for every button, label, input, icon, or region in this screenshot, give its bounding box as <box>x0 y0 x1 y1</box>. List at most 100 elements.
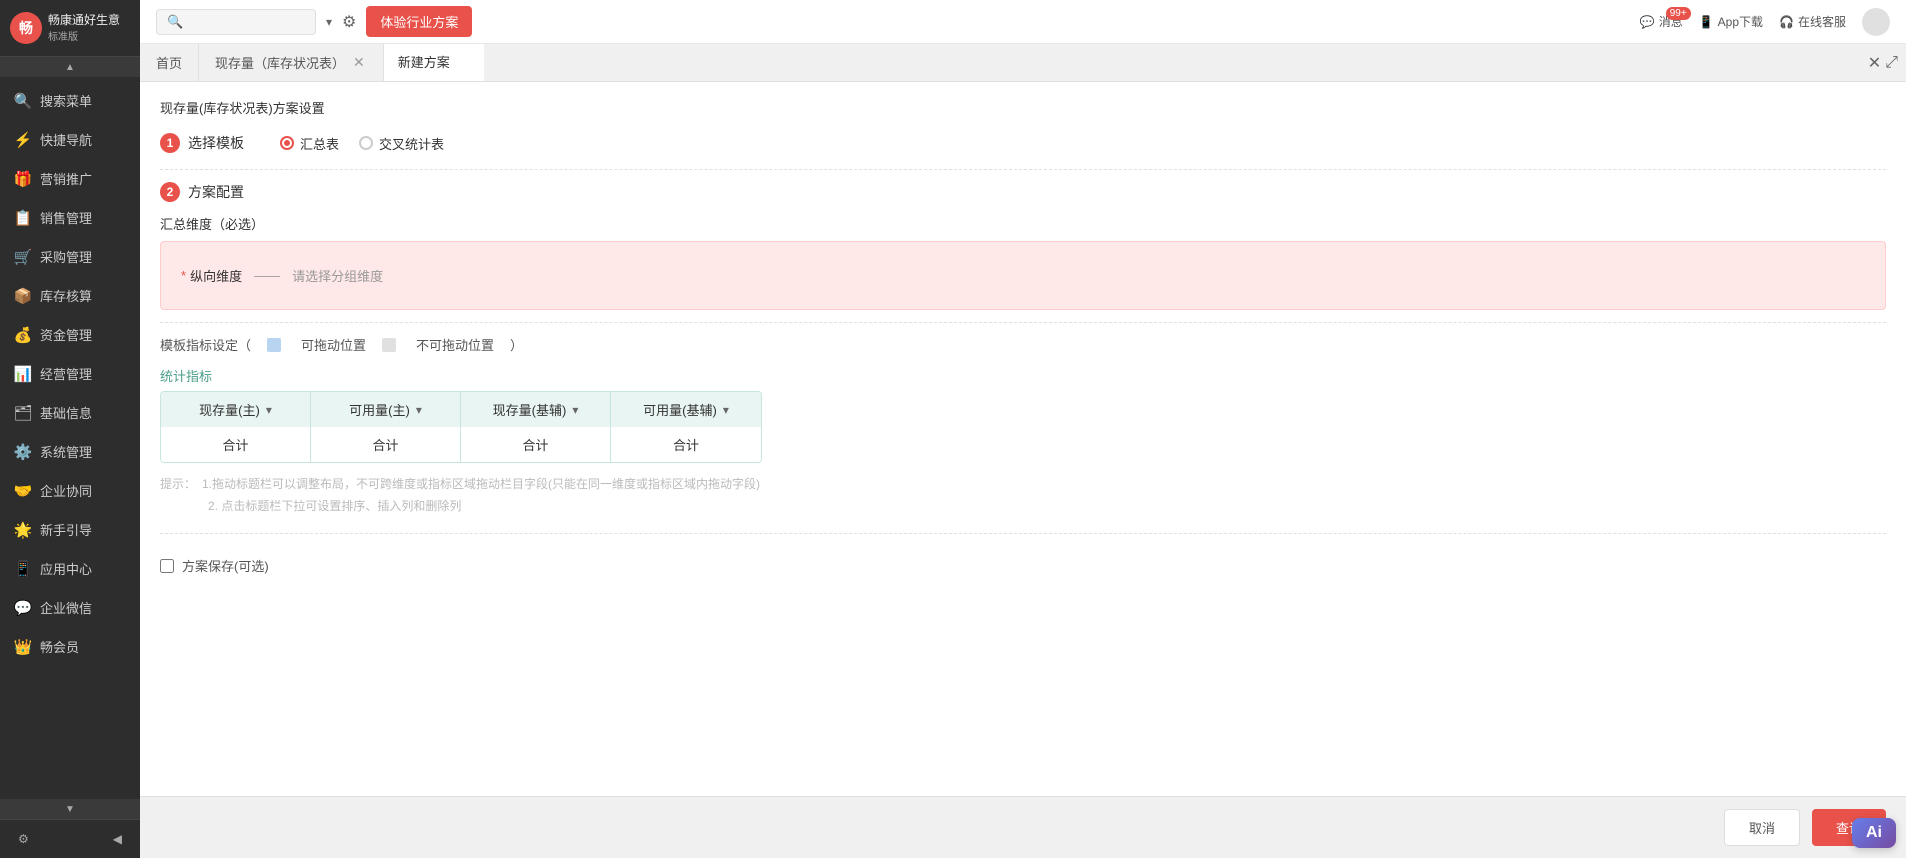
inventory-icon: 📦 <box>14 287 32 305</box>
section2-header: 2 方案配置 <box>160 182 1886 202</box>
sidebar-item-finance[interactable]: 💰 资金管理 <box>0 315 140 354</box>
search-icon: 🔍 <box>167 14 183 30</box>
message-icon: 💬 <box>1640 15 1655 29</box>
enterprise-label: 企业协同 <box>40 481 92 500</box>
tab-new-plan[interactable]: 新建方案 ✕ <box>384 44 484 81</box>
customer-service-label: 在线客服 <box>1798 13 1846 30</box>
stats-data-cell-2: 合计 <box>461 427 611 462</box>
sidebar-item-sales[interactable]: 📋 销售管理 <box>0 198 140 237</box>
col-dropdown-3[interactable]: ▾ <box>723 403 729 417</box>
content-footer: 取消 查询 <box>140 796 1906 858</box>
audio-button[interactable]: ◀ <box>109 830 126 848</box>
new-plan-tab-close[interactable]: ✕ <box>454 53 470 70</box>
non-draggable-badge <box>382 338 396 352</box>
sidebar-item-quick-nav[interactable]: ⚡ 快捷导航 <box>0 120 140 159</box>
sidebar-item-purchase[interactable]: 🛒 采购管理 <box>0 237 140 276</box>
collapse-button[interactable]: ✕ <box>1868 53 1881 73</box>
business-label: 经营管理 <box>40 364 92 383</box>
wechat-icon: 💬 <box>14 599 32 617</box>
topbar-search-box[interactable]: 🔍 <box>156 9 316 35</box>
guide-icon: 🌟 <box>14 521 32 539</box>
sidebar-item-guide[interactable]: 🌟 新手引导 <box>0 510 140 549</box>
message-action[interactable]: 💬 消息 99+ <box>1640 13 1683 30</box>
section1-num: 1 <box>160 133 180 153</box>
col-sub-3: 合计 <box>673 435 699 454</box>
sidebar-item-member[interactable]: 👑 畅会员 <box>0 627 140 666</box>
tip-1: 提示： 1.拖动标题栏可以调整布局，不可跨维度或指标区域拖动栏目字段(只能在同一… <box>160 474 1886 496</box>
dimension-dash: —— <box>254 268 280 283</box>
home-tab-label: 首页 <box>156 53 182 72</box>
draggable-badge <box>267 338 281 352</box>
sales-label: 销售管理 <box>40 208 92 227</box>
sidebar: 畅 畅康通好生意 标准版 ▲ 🔍 搜索菜单 ⚡ 快捷导航 🎁 营销推广 📋 销售… <box>0 0 140 858</box>
radio-cross-btn[interactable] <box>359 136 373 150</box>
purchase-label: 采购管理 <box>40 247 92 266</box>
sidebar-item-system[interactable]: ⚙️ 系统管理 <box>0 432 140 471</box>
tip-2: 2. 点击标题栏下拉可设置排序、插入列和删除列 <box>160 496 1886 518</box>
dimension-placeholder: 请选择分组维度 <box>292 266 383 285</box>
sidebar-logo: 畅 畅康通好生意 标准版 <box>0 0 140 57</box>
sidebar-item-marketing[interactable]: 🎁 营销推广 <box>0 159 140 198</box>
user-avatar[interactable] <box>1862 8 1890 36</box>
radio-cross[interactable]: 交叉统计表 <box>359 134 444 153</box>
tab-home[interactable]: 首页 <box>140 44 199 81</box>
content-area: 现存量(库存状况表)方案设置 1 选择模板 汇总表 交叉统计表 <box>140 82 1906 796</box>
sidebar-item-search-menu[interactable]: 🔍 搜索菜单 <box>0 81 140 120</box>
topbar: 🔍 ▾ ⚙ 体验行业方案 💬 消息 99+ 📱 App下载 🎧 在线客服 <box>140 0 1906 44</box>
guide-label: 新手引导 <box>40 520 92 539</box>
sidebar-item-basic[interactable]: 🗂 基础信息 <box>0 393 140 432</box>
expand-button[interactable]: ⤢ <box>1885 54 1898 72</box>
col-sub-2: 合计 <box>522 435 548 454</box>
radio-summary-btn[interactable] <box>280 136 294 150</box>
topbar-settings-btn[interactable]: ⚙ <box>342 12 356 32</box>
sidebar-item-wechat[interactable]: 💬 企业微信 <box>0 588 140 627</box>
search-input[interactable] <box>189 15 305 29</box>
finance-icon: 💰 <box>14 326 32 344</box>
col-dropdown-1[interactable]: ▾ <box>416 403 422 417</box>
settings-button[interactable]: ⚙ <box>14 830 33 848</box>
sidebar-item-inventory[interactable]: 📦 库存核算 <box>0 276 140 315</box>
section2-num: 2 <box>160 182 180 202</box>
inventory-tab-close[interactable]: ✕ <box>351 54 367 71</box>
basic-icon: 🗂 <box>14 404 32 422</box>
basic-label: 基础信息 <box>40 403 92 422</box>
tabbar: 首页 现存量（库存状况表） ✕ 新建方案 ✕ ✕ ⤢ <box>140 44 1906 82</box>
radio-summary[interactable]: 汇总表 <box>280 134 339 153</box>
sidebar-scroll-up[interactable]: ▲ <box>0 57 140 77</box>
save-option: 方案保存(可选) <box>160 546 1886 585</box>
sidebar-item-enterprise[interactable]: 🤝 企业协同 <box>0 471 140 510</box>
business-icon: 📊 <box>14 365 32 383</box>
app-download-action[interactable]: 📱 App下载 <box>1699 13 1763 30</box>
trial-button[interactable]: 体验行业方案 <box>366 6 472 37</box>
sidebar-item-business[interactable]: 📊 经营管理 <box>0 354 140 393</box>
col-sub-1: 合计 <box>372 435 398 454</box>
marketing-label: 营销推广 <box>40 169 92 188</box>
col-dropdown-2[interactable]: ▾ <box>572 403 578 417</box>
stats-data-cell-1: 合计 <box>311 427 461 462</box>
chevron-up-icon: ▲ <box>65 62 75 73</box>
system-label: 系统管理 <box>40 442 92 461</box>
indicator-settings-label: 模板指标设定（ <box>160 335 251 354</box>
col-dropdown-0[interactable]: ▾ <box>266 403 272 417</box>
save-checkbox[interactable] <box>160 559 174 573</box>
customer-service-action[interactable]: 🎧 在线客服 <box>1779 13 1846 30</box>
sidebar-item-app-center[interactable]: 📱 应用中心 <box>0 549 140 588</box>
section1-header: 1 选择模板 汇总表 交叉统计表 <box>160 133 1886 153</box>
col-label-1: 可用量(主) <box>349 400 410 419</box>
cancel-button[interactable]: 取消 <box>1724 809 1800 846</box>
section-config: 2 方案配置 汇总维度（必选） * 纵向维度 —— 请选择分组维度 模板指标设定… <box>160 182 1886 517</box>
sidebar-nav: 🔍 搜索菜单 ⚡ 快捷导航 🎁 营销推广 📋 销售管理 🛒 采购管理 📦 库存核… <box>0 77 140 799</box>
search-dropdown-btn[interactable]: ▾ <box>326 15 332 29</box>
tab-inventory-status[interactable]: 现存量（库存状况表） ✕ <box>199 44 384 81</box>
stats-header-cell-2: 现存量(基辅) ▾ <box>461 392 611 427</box>
draggable-label: 可拖动位置 <box>301 335 366 354</box>
phone-icon: 📱 <box>1699 15 1714 29</box>
dimension-area: * 纵向维度 —— 请选择分组维度 <box>160 241 1886 310</box>
section2-title: 方案配置 <box>188 182 244 202</box>
member-label: 畅会员 <box>40 637 79 656</box>
logo-icon: 畅 <box>10 12 42 44</box>
stats-header-cell-1: 可用量(主) ▾ <box>311 392 461 427</box>
page-title: 现存量(库存状况表)方案设置 <box>160 98 1886 117</box>
ai-badge[interactable]: Ai <box>1852 818 1896 848</box>
sidebar-scroll-down[interactable]: ▼ <box>0 799 140 819</box>
